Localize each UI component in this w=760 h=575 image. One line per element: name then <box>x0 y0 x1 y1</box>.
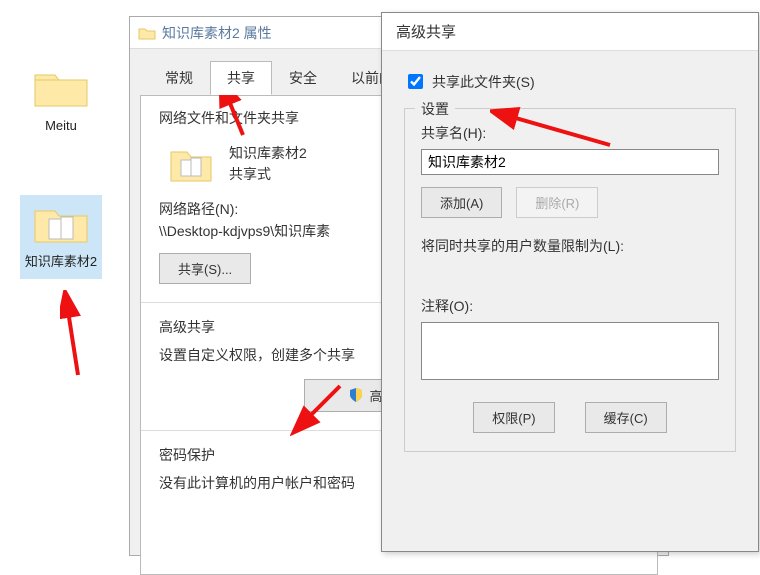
share-name-label: 共享名(H): <box>421 123 719 143</box>
checkbox-label: 共享此文件夹(S) <box>432 72 535 92</box>
settings-group: 设置 共享名(H): 添加(A) 删除(R) 将同时共享的用户数量限制为(L):… <box>404 108 736 452</box>
dialog-title: 高级共享 <box>382 13 758 51</box>
permissions-button[interactable]: 权限(P) <box>473 402 554 433</box>
remove-button: 删除(R) <box>516 187 598 218</box>
share-mode: 共享式 <box>229 164 307 185</box>
shield-icon <box>348 387 364 403</box>
icon-label: Meitu <box>20 118 102 135</box>
folder-icon <box>167 140 215 188</box>
group-legend: 设置 <box>415 99 455 119</box>
folder-icon <box>138 25 156 41</box>
checkbox-input[interactable] <box>408 74 423 89</box>
comment-input[interactable] <box>421 322 719 380</box>
share-folder-name: 知识库素材2 <box>229 143 307 164</box>
window-title: 知识库素材2 属性 <box>162 23 272 43</box>
desktop-folder-meitu[interactable]: Meitu <box>20 65 102 135</box>
user-limit-label: 将同时共享的用户数量限制为(L): <box>421 236 719 256</box>
share-folder-checkbox[interactable]: 共享此文件夹(S) <box>404 71 736 92</box>
icon-label: 知识库素材2 <box>20 254 102 271</box>
folder-icon <box>31 201 91 247</box>
cache-button[interactable]: 缓存(C) <box>585 402 667 433</box>
add-button[interactable]: 添加(A) <box>421 187 502 218</box>
desktop-folder-target[interactable]: 知识库素材2 <box>20 195 102 279</box>
advanced-share-dialog: 高级共享 共享此文件夹(S) 设置 共享名(H): 添加(A) 删除(R) 将同… <box>381 12 759 552</box>
tab-share[interactable]: 共享 <box>210 61 272 95</box>
tab-security[interactable]: 安全 <box>272 61 334 95</box>
comment-label: 注释(O): <box>421 296 719 316</box>
tab-general[interactable]: 常规 <box>148 61 210 95</box>
annotation-arrow <box>60 290 100 380</box>
share-name-input[interactable] <box>421 149 719 175</box>
folder-icon <box>31 65 91 111</box>
share-button[interactable]: 共享(S)... <box>159 253 251 284</box>
